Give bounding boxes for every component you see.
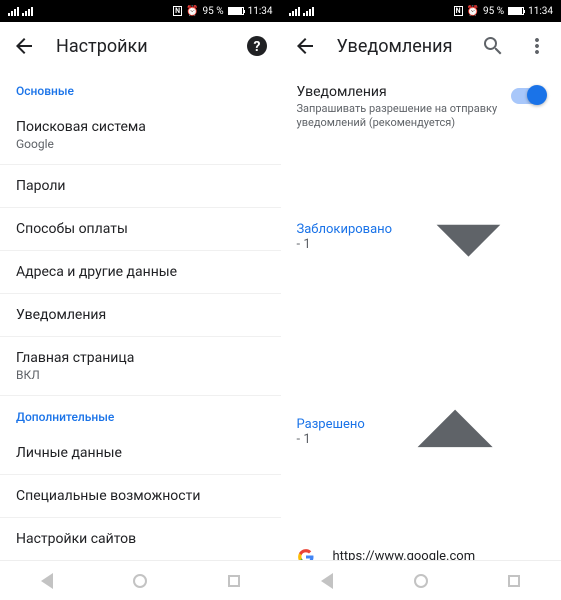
site-settings-item[interactable]: Настройки сайтов xyxy=(0,518,281,560)
item-title: Специальные возможности xyxy=(16,488,265,504)
arrow-back-icon xyxy=(12,34,36,58)
signal-icon xyxy=(22,7,33,16)
nav-bar xyxy=(0,560,281,600)
nfc-icon: N xyxy=(454,6,463,16)
nav-recent-button[interactable] xyxy=(224,571,244,591)
section-advanced: Дополнительные xyxy=(0,396,281,432)
notif-content: Уведомления Запрашивать разрешение на от… xyxy=(281,70,561,560)
item-title: Пароли xyxy=(16,178,265,194)
site-item[interactable]: https://www.google.com xyxy=(281,536,561,560)
blocked-label: Заблокировано xyxy=(297,222,393,237)
homepage-item[interactable]: Главная страница ВКЛ xyxy=(0,337,281,396)
header: Настройки ? xyxy=(0,22,281,70)
item-title: Главная страница xyxy=(16,350,265,366)
blocked-row[interactable]: Заблокировано - 1 xyxy=(281,147,561,328)
item-title: Настройки сайтов xyxy=(16,531,265,547)
settings-list[interactable]: Основные Поисковая система Google Пароли… xyxy=(0,70,281,560)
nav-home-button[interactable] xyxy=(130,571,150,591)
search-engine-item[interactable]: Поисковая система Google xyxy=(0,106,281,165)
page-title: Уведомления xyxy=(337,36,462,57)
signal-icon xyxy=(289,7,300,16)
more-vert-icon xyxy=(525,34,549,58)
nav-back-button[interactable] xyxy=(37,571,57,591)
signal-icon xyxy=(303,7,314,16)
accessibility-item[interactable]: Специальные возможности xyxy=(0,475,281,518)
battery-icon xyxy=(228,7,244,15)
item-title: Способы оплаты xyxy=(16,221,265,237)
chevron-down-icon xyxy=(392,161,545,314)
item-subtitle: Google xyxy=(16,137,265,151)
nav-recent-button[interactable] xyxy=(504,571,524,591)
allowed-label: Разрешено xyxy=(297,417,365,432)
item-title: Поисковая система xyxy=(16,119,265,135)
item-title: Адреса и другие данные xyxy=(16,264,265,280)
section-basic: Основные xyxy=(0,70,281,106)
alarm-icon: ⏰ xyxy=(467,6,479,17)
notifications-item[interactable]: Уведомления xyxy=(0,294,281,337)
status-time: 11:34 xyxy=(528,6,553,17)
search-button[interactable] xyxy=(481,34,505,58)
passwords-item[interactable]: Пароли xyxy=(0,165,281,208)
back-button[interactable] xyxy=(293,34,317,58)
notif-toggle[interactable] xyxy=(511,88,545,104)
help-button[interactable]: ? xyxy=(245,34,269,58)
item-title: Уведомления xyxy=(16,307,265,323)
back-button[interactable] xyxy=(12,34,36,58)
status-time: 11:34 xyxy=(248,6,273,17)
page-title: Настройки xyxy=(56,36,225,57)
battery-pct: 95 % xyxy=(483,6,504,17)
svg-text:?: ? xyxy=(253,39,260,55)
nav-back-button[interactable] xyxy=(317,571,337,591)
notif-toggle-row: Уведомления Запрашивать разрешение на от… xyxy=(281,70,561,147)
payment-item[interactable]: Способы оплаты xyxy=(0,208,281,251)
addresses-item[interactable]: Адреса и другие данные xyxy=(0,251,281,294)
allowed-row[interactable]: Разрешено - 1 xyxy=(281,328,561,536)
search-icon xyxy=(481,34,505,58)
site-url: https://www.google.com xyxy=(333,549,476,560)
chevron-up-icon xyxy=(365,342,545,522)
item-subtitle: ВКЛ xyxy=(16,368,265,382)
personal-data-item[interactable]: Личные данные xyxy=(0,432,281,475)
more-button[interactable] xyxy=(525,34,549,58)
nav-home-button[interactable] xyxy=(411,571,431,591)
nav-bar xyxy=(281,560,561,600)
alarm-icon: ⏰ xyxy=(186,6,198,17)
notifications-screen: N ⏰ 95 % 11:34 Уведомления Уведомления З… xyxy=(281,0,561,600)
signal-icon xyxy=(8,7,19,16)
help-icon: ? xyxy=(245,34,269,58)
notif-title: Уведомления xyxy=(297,84,500,100)
arrow-back-icon xyxy=(293,34,317,58)
status-bar: N ⏰ 95 % 11:34 xyxy=(0,0,281,22)
item-title: Личные данные xyxy=(16,445,265,461)
settings-screen: N ⏰ 95 % 11:34 Настройки ? Основные Поис… xyxy=(0,0,281,600)
blocked-count: - 1 xyxy=(297,237,311,252)
header: Уведомления xyxy=(281,22,561,70)
notif-desc: Запрашивать разрешение на отправку уведо… xyxy=(297,102,500,131)
status-bar: N ⏰ 95 % 11:34 xyxy=(281,0,561,22)
google-favicon xyxy=(297,548,315,560)
allowed-count: - 1 xyxy=(297,432,311,447)
battery-pct: 95 % xyxy=(203,6,224,17)
battery-icon xyxy=(508,7,524,15)
nfc-icon: N xyxy=(173,6,182,16)
